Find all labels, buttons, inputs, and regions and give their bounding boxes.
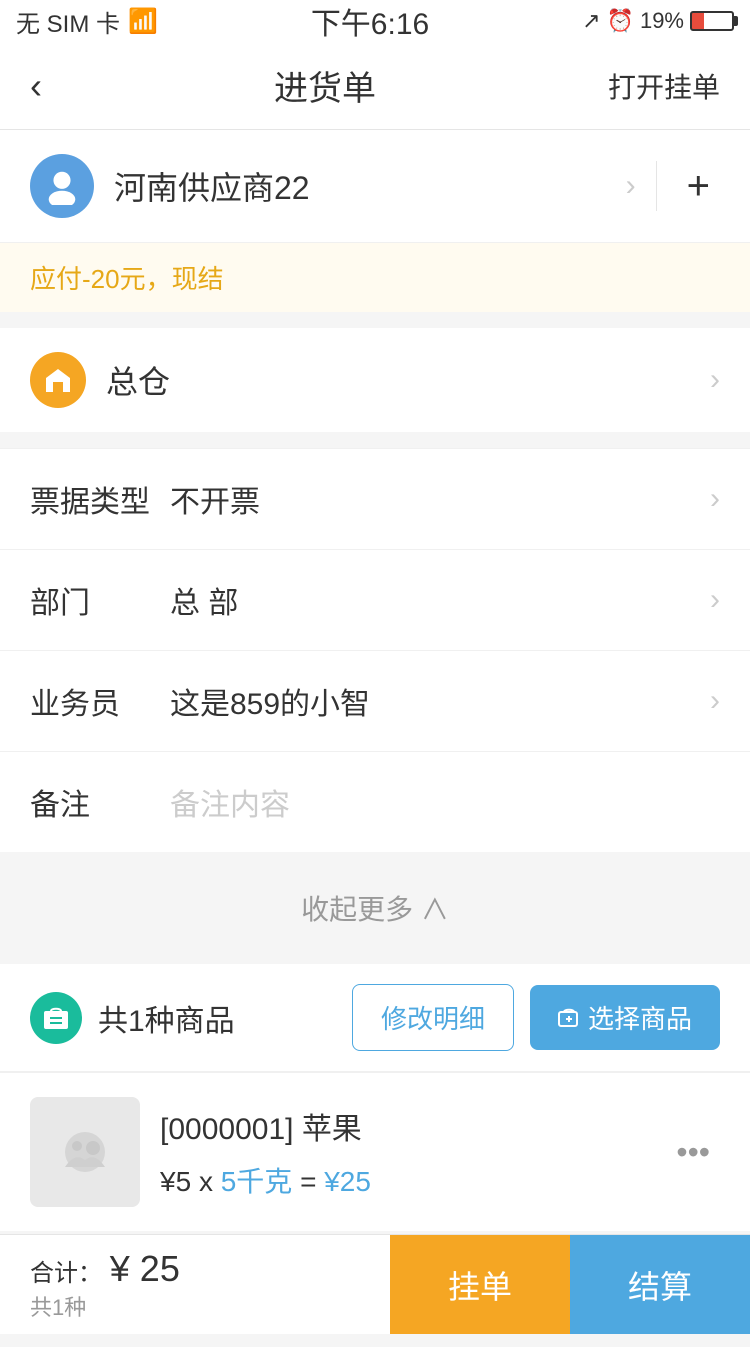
select-product-button[interactable]: 选择商品 (530, 985, 720, 1050)
product-item: [0000001] 苹果 ¥5 x 5千克 = ¥25 ••• (0, 1072, 750, 1231)
divider (656, 161, 657, 211)
unit-price: ¥5 (160, 1166, 191, 1197)
dept-row[interactable]: 部门 总 部 › (0, 549, 750, 650)
warehouse-name: 总仓 (106, 357, 700, 403)
time-label: 下午6:16 (311, 0, 429, 43)
sim-label: 无 SIM 卡 (16, 4, 120, 39)
alarm-icon: ⏰ (607, 8, 634, 34)
product-count: 共1种商品 (98, 996, 352, 1040)
supplier-name: 河南供应商22 (114, 163, 616, 209)
total-section: 合计： ¥ 25 共1种 (0, 1248, 390, 1322)
remark-row[interactable]: 备注 备注内容 (0, 751, 750, 852)
warehouse-row[interactable]: 总仓 › (0, 328, 750, 432)
status-left: 无 SIM 卡 📶 (16, 4, 158, 39)
supplier-avatar (30, 154, 94, 218)
status-right: ↗ ⏰ 19% (582, 8, 734, 34)
page-title: 进货单 (274, 61, 376, 110)
invoice-type-label: 票据类型 (30, 477, 170, 521)
warehouse-chevron-icon: › (710, 363, 720, 397)
wifi-icon: 📶 (128, 7, 158, 36)
staff-chevron-icon: › (710, 684, 720, 718)
product-more-button[interactable]: ••• (666, 1124, 720, 1181)
dept-label: 部门 (30, 578, 170, 622)
collapse-button[interactable]: 收起更多 ∧ (0, 868, 750, 948)
product-count-icon (30, 992, 82, 1044)
dept-value: 总 部 (170, 578, 700, 622)
supplier-section: 河南供应商22 › + 应付-20元，现结 (0, 130, 750, 312)
checkout-button[interactable]: 结算 (570, 1235, 750, 1334)
product-title: 苹果 (302, 1113, 362, 1146)
dept-chevron-icon: › (710, 583, 720, 617)
back-button[interactable]: ‹ (30, 65, 42, 107)
total-row: 合计： ¥ 25 (30, 1248, 360, 1290)
hang-button[interactable]: 挂单 (390, 1235, 570, 1334)
select-product-label: 选择商品 (588, 999, 692, 1036)
add-supplier-button[interactable]: + (677, 164, 720, 209)
invoice-type-row[interactable]: 票据类型 不开票 › (0, 448, 750, 549)
staff-row[interactable]: 业务员 这是859的小智 › (0, 650, 750, 751)
supplier-notice: 应付-20元，现结 (0, 243, 750, 312)
total-label: 合计： (30, 1260, 102, 1287)
remark-input[interactable]: 备注内容 (170, 780, 720, 824)
status-bar: 无 SIM 卡 📶 下午6:16 ↗ ⏰ 19% (0, 0, 750, 42)
product-thumbnail (30, 1097, 140, 1207)
supplier-chevron-icon: › (626, 169, 636, 203)
location-icon: ↗ (582, 8, 600, 34)
edit-detail-button[interactable]: 修改明细 (352, 984, 514, 1051)
invoice-type-value: 不开票 (170, 477, 700, 521)
product-code: [0000001] (160, 1113, 293, 1146)
remark-label: 备注 (30, 780, 170, 824)
staff-value: 这是859的小智 (170, 679, 700, 723)
warehouse-icon (30, 352, 86, 408)
bottom-bar: 合计： ¥ 25 共1种 挂单 结算 (0, 1234, 750, 1334)
total-count: 共1种 (30, 1290, 360, 1322)
supplier-row[interactable]: 河南供应商22 › + (0, 130, 750, 243)
open-hang-button[interactable]: 打开挂单 (608, 66, 720, 106)
invoice-chevron-icon: › (710, 482, 720, 516)
nav-bar: ‹ 进货单 打开挂单 (0, 42, 750, 130)
warehouse-section: 总仓 › (0, 328, 750, 432)
cart-icon (558, 1007, 580, 1029)
product-qty: 5千克 (221, 1166, 293, 1197)
product-header: 共1种商品 修改明细 选择商品 (0, 964, 750, 1072)
product-section: 共1种商品 修改明细 选择商品 [0000001] 苹果 (0, 964, 750, 1231)
product-name: [0000001] 苹果 (160, 1104, 666, 1148)
product-total: ¥25 (324, 1166, 371, 1197)
battery-icon (690, 11, 734, 31)
battery-label: 19% (640, 8, 684, 34)
staff-label: 业务员 (30, 679, 170, 723)
product-price: ¥5 x 5千克 = ¥25 (160, 1160, 666, 1200)
total-amount: ¥ 25 (110, 1248, 180, 1289)
product-info: [0000001] 苹果 ¥5 x 5千克 = ¥25 (160, 1104, 666, 1200)
form-section: 票据类型 不开票 › 部门 总 部 › 业务员 这是859的小智 › 备注 备注… (0, 448, 750, 852)
